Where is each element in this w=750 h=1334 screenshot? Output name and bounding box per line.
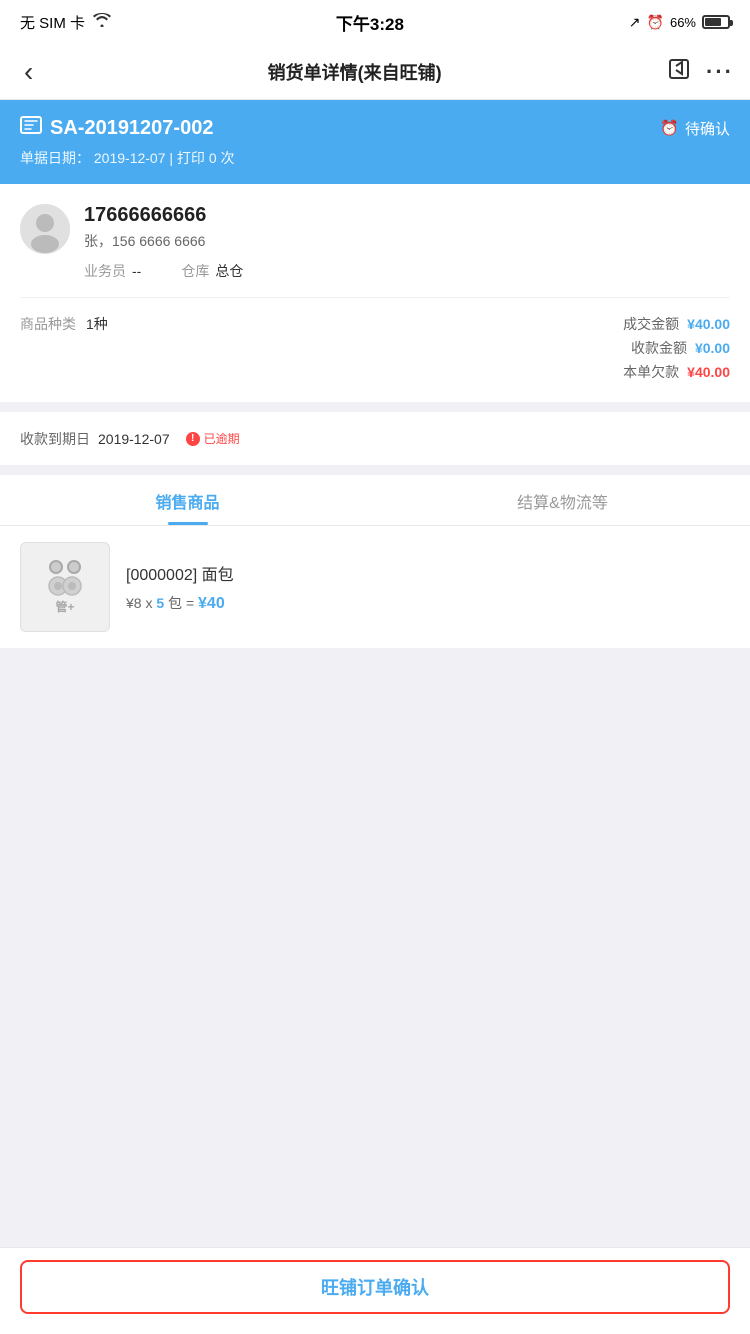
product-name: [0000002] 面包 [126,561,730,585]
logo-text: 管+ [55,598,74,615]
due-date-label: 收款到期日 [20,429,90,449]
more-button[interactable]: ··· [706,59,734,85]
divider [20,297,730,298]
warehouse-item: 仓库 总仓 [181,261,243,281]
unit-price: ¥8 [126,595,142,611]
order-date-row: 单据日期： 2019-12-07 | 打印 0 次 [20,148,730,168]
debt-amount-row: 本单欠款 ¥40.00 [623,362,730,382]
nav-actions: ··· [668,58,734,85]
order-status: ⏰ 待确认 [660,118,730,139]
battery-text: 66% [670,15,696,30]
deal-amount-value: ¥40.00 [687,316,730,332]
customer-phone: 17666666666 [84,204,730,227]
nav-bar: ‹ 销货单详情(来自旺铺) ··· [0,44,750,100]
customer-info: 17666666666 张，156 6666 6666 业务员 -- 仓库 总仓 [84,204,730,281]
tab-underline [168,522,208,525]
tab-settlement-label: 结算&物流等 [517,495,608,512]
customer-card: 17666666666 张，156 6666 6666 业务员 -- 仓库 总仓… [0,184,750,402]
debt-amount-label: 本单欠款 [623,362,679,382]
battery-icon [702,15,730,29]
product-thumbnail: 管+ [20,542,110,632]
warehouse-value: 总仓 [215,261,243,281]
product-price-row: ¥8 x 5 包 = ¥40 [126,593,730,613]
receipt-amount-label: 收款金额 [631,338,687,358]
date-label: 单据日期： [20,150,90,166]
order-icon [20,116,42,140]
empty-space [0,658,750,838]
status-clock-icon: ⏰ [660,119,679,137]
overdue-badge: ! 已逾期 [178,428,248,449]
product-card: 管+ [0000002] 面包 ¥8 x 5 包 = ¥40 [0,526,750,648]
salesman-label: 业务员 [84,261,126,281]
status-left: 无 SIM 卡 [20,12,111,33]
carrier-text: 无 SIM 卡 [20,12,85,33]
receipt-amount-row: 收款金额 ¥0.00 [631,338,730,358]
tab-settlement[interactable]: 结算&物流等 [375,475,750,525]
location-icon: ↗ [629,14,641,31]
debt-amount-value: ¥40.00 [687,364,730,380]
unit: 包 [168,595,182,611]
product-info: [0000002] 面包 ¥8 x 5 包 = ¥40 [126,561,730,613]
summary-row: 商品种类 1种 成交金额 ¥40.00 收款金额 ¥0.00 本单欠款 ¥40.… [20,314,730,382]
share-button[interactable] [668,58,690,85]
wifi-icon [93,13,111,31]
product-type-group: 商品种类 1种 [20,314,108,334]
page-title: 销货单详情(来自旺铺) [268,59,442,85]
receipt-amount-value: ¥0.00 [695,340,730,356]
salesman-item: 业务员 -- [84,261,141,281]
product-title: 面包 [202,567,234,584]
product-type-value: 1种 [86,314,108,334]
deal-amount-row: 成交金额 ¥40.00 [623,314,730,334]
due-date-card: 收款到期日 2019-12-07 ! 已逾期 [0,412,750,465]
due-date-row: 收款到期日 2019-12-07 ! 已逾期 [20,428,730,449]
salesman-value: -- [132,263,141,279]
tab-sales-products[interactable]: 销售商品 [0,475,375,525]
amounts-group: 成交金额 ¥40.00 收款金额 ¥0.00 本单欠款 ¥40.00 [623,314,730,382]
confirm-order-button[interactable]: 旺铺订单确认 [20,1260,730,1314]
warehouse-label: 仓库 [181,261,209,281]
overdue-text: 已逾期 [204,430,240,447]
owl-eyes [49,560,81,574]
customer-meta: 业务员 -- 仓库 总仓 [84,261,730,281]
status-right: ↗ ⏰ 66% [629,14,730,31]
back-button[interactable]: ‹ [16,48,41,96]
warning-icon: ! [186,432,200,446]
status-text: 待确认 [685,118,730,139]
order-id-row: SA-20191207-002 [20,116,213,140]
order-header: SA-20191207-002 ⏰ 待确认 单据日期： 2019-12-07 |… [0,100,750,184]
tab-sales-label: 销售商品 [155,495,219,512]
equals-sign: = [186,595,194,611]
print-info: | 打印 0 次 [169,150,234,166]
alarm-icon: ⏰ [647,14,664,31]
order-date: 2019-12-07 [94,150,166,166]
product-type-label: 商品种类 [20,314,76,334]
total-price: ¥40 [198,595,225,612]
owl-eye-left [49,560,63,574]
owl-eye-right [67,560,81,574]
customer-name: 张，156 6666 6666 [84,231,730,251]
status-bar: 无 SIM 卡 下午3:28 ↗ ⏰ 66% [0,0,750,44]
order-id-text: SA-20191207-002 [50,117,213,140]
deal-amount-label: 成交金额 [623,314,679,334]
due-date-value: 2019-12-07 [98,431,170,447]
status-time: 下午3:28 [336,10,404,35]
product-logo: 管+ [48,560,82,615]
customer-avatar [20,204,70,254]
tabs-container: 销售商品 结算&物流等 [0,475,750,526]
quantity: 5 [156,595,164,611]
product-code: [0000002] [126,567,197,584]
multiply-sign: x [145,595,152,611]
bottom-action-bar: 旺铺订单确认 [0,1247,750,1334]
